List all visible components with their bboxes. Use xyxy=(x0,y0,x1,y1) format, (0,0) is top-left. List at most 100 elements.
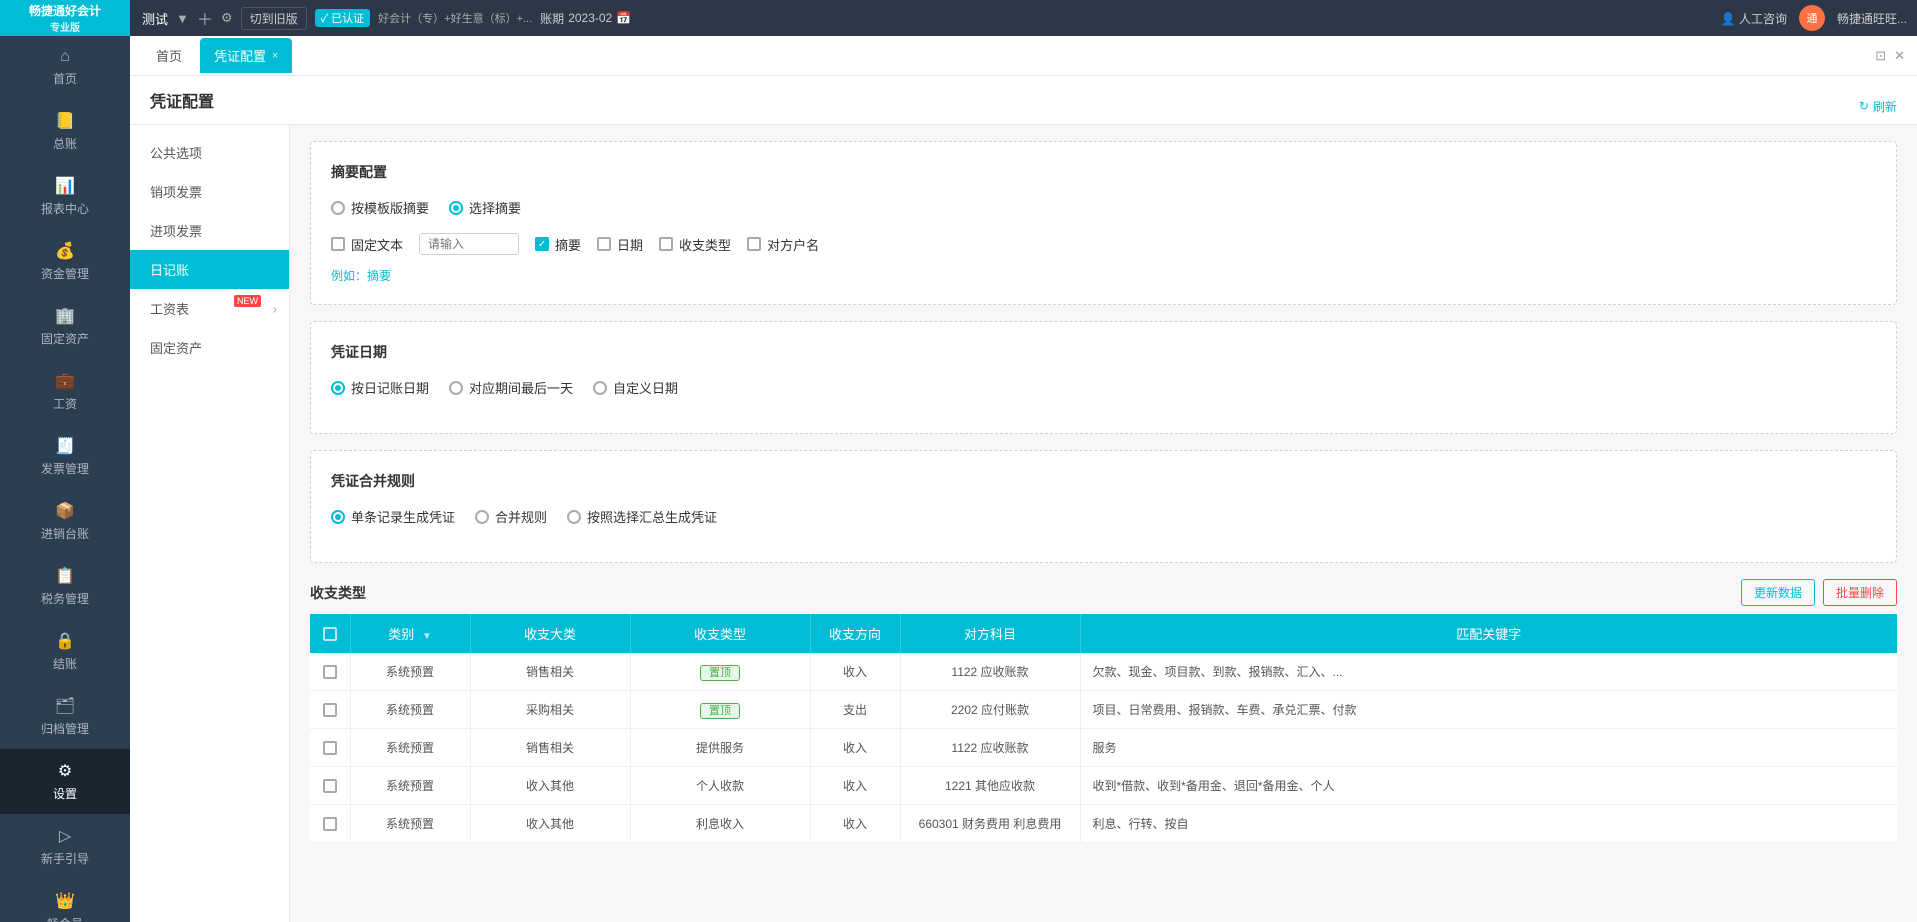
closing-icon: 🔒 xyxy=(55,631,75,651)
logo-title: 畅捷通好会计 xyxy=(29,2,101,19)
checkbox-row: 固定文本 ✓ 摘要 日期 收支类型 xyxy=(331,233,1876,255)
reports-icon: 📊 xyxy=(55,176,75,196)
row-checkbox-1[interactable] xyxy=(323,703,337,717)
sidebar-item-assets[interactable]: 🏢 固定资产 xyxy=(0,294,130,359)
radio-period-last-label: 对应期间最后一天 xyxy=(469,378,573,397)
sidebar-item-ledger[interactable]: 📒 总账 xyxy=(0,99,130,164)
avatar: 通 xyxy=(1799,5,1825,31)
menu-item-public[interactable]: 公共选项 xyxy=(130,133,289,172)
fixed-text-input[interactable] xyxy=(419,233,519,255)
old-version-button[interactable]: 切到旧版 xyxy=(241,7,307,30)
top-navbar: 畅捷通好会计 专业版 测试 ▼ ＋ ⚙ 切到旧版 ✓ 已认证 好会计（专）+好生… xyxy=(0,0,1917,36)
tax-icon: 📋 xyxy=(55,566,75,586)
cell-type: 个人收款 xyxy=(630,767,810,805)
checkbox-counterparty-label: 对方户名 xyxy=(767,235,819,254)
checkbox-counterparty[interactable]: 对方户名 xyxy=(747,235,819,254)
merge-rules-section: 凭证合并规则 单条记录生成凭证 合并规则 按照选择汇总生成凭证 xyxy=(310,450,1897,563)
checkbox-abstract[interactable]: ✓ 摘要 xyxy=(535,235,581,254)
sidebar-item-funds[interactable]: 💰 资金管理 xyxy=(0,229,130,294)
guide-icon: ▷ xyxy=(59,826,71,846)
chevron-icon: › xyxy=(273,301,277,316)
left-menu: 公共选项 销项发票 进项发票 日记账 工资表 NEW › 固定资产 xyxy=(130,125,290,922)
select-all-checkbox[interactable] xyxy=(323,627,337,641)
cell-major: 收入其他 xyxy=(470,805,630,843)
sidebar-label-salary: 工资 xyxy=(53,395,77,412)
sidebar-item-home[interactable]: ⌂ 首页 xyxy=(0,36,130,99)
radio-single[interactable]: 单条记录生成凭证 xyxy=(331,507,455,526)
tab-voucher-config[interactable]: 凭证配置 × xyxy=(200,38,292,73)
sidebar-item-reports[interactable]: 📊 报表中心 xyxy=(0,164,130,229)
checkbox-fixed-text-box xyxy=(331,237,345,251)
refresh-button[interactable]: ↻ 刷新 xyxy=(1859,98,1897,115)
radio-period-last[interactable]: 对应期间最后一天 xyxy=(449,378,573,397)
checkbox-date-box xyxy=(597,237,611,251)
radio-journal-date[interactable]: 按日记账日期 xyxy=(331,378,429,397)
radio-single-label: 单条记录生成凭证 xyxy=(351,507,455,526)
radio-merge[interactable]: 合并规则 xyxy=(475,507,547,526)
sidebar-item-purchase[interactable]: 📦 进销台账 xyxy=(0,489,130,554)
test-dropdown-icon[interactable]: ▼ xyxy=(176,11,189,26)
settings-sidebar-icon: ⚙ xyxy=(58,761,72,781)
sidebar-item-guide[interactable]: ▷ 新手引导 xyxy=(0,814,130,879)
sidebar-item-closing[interactable]: 🔒 结账 xyxy=(0,619,130,684)
tab-home[interactable]: 首页 xyxy=(142,38,196,73)
row-checkbox-3[interactable] xyxy=(323,779,337,793)
sidebar-item-invoice[interactable]: 🧾 发票管理 xyxy=(0,424,130,489)
sidebar-item-settings[interactable]: ⚙ 设置 xyxy=(0,749,130,814)
logo-area: 畅捷通好会计 专业版 xyxy=(0,0,130,36)
sidebar-label-purchase: 进销台账 xyxy=(41,525,89,542)
update-data-button[interactable]: 更新数据 xyxy=(1741,579,1815,606)
close-window-icon[interactable]: ✕ xyxy=(1894,48,1905,64)
type-tag: 置顶 xyxy=(700,665,740,681)
checkbox-date[interactable]: 日期 xyxy=(597,235,643,254)
checkbox-type[interactable]: 收支类型 xyxy=(659,235,731,254)
merge-rules-radio-group: 单条记录生成凭证 合并规则 按照选择汇总生成凭证 xyxy=(331,507,1876,526)
add-icon[interactable]: ＋ xyxy=(197,6,213,30)
tab-close-icon[interactable]: × xyxy=(272,50,278,62)
certified-status-tag: ✓ 已认证 xyxy=(315,9,371,27)
restore-window-icon[interactable]: ⊡ xyxy=(1875,48,1886,64)
checkbox-fixed-text[interactable]: 固定文本 xyxy=(331,235,403,254)
cell-subject: 1122 应收账款 xyxy=(900,729,1080,767)
checkbox-counterparty-box xyxy=(747,237,761,251)
sidebar-label-home: 首页 xyxy=(53,70,77,87)
radio-custom-date[interactable]: 自定义日期 xyxy=(593,378,678,397)
radio-select[interactable]: 选择摘要 xyxy=(449,198,521,217)
sidebar-item-tax[interactable]: 📋 税务管理 xyxy=(0,554,130,619)
member-icon: 👑 xyxy=(55,891,75,911)
checkbox-type-label: 收支类型 xyxy=(679,235,731,254)
invoice-icon: 🧾 xyxy=(55,436,75,456)
new-badge: NEW xyxy=(234,295,261,307)
th-category[interactable]: 类别 ▼ xyxy=(350,614,470,653)
row-checkbox-4[interactable] xyxy=(323,817,337,831)
sidebar-label-invoice: 发票管理 xyxy=(41,460,89,477)
menu-item-purchase-invoice[interactable]: 进项发票 xyxy=(130,211,289,250)
sidebar-item-archive[interactable]: 🗂 归档管理 xyxy=(0,684,130,749)
radio-template[interactable]: 按模板版摘要 xyxy=(331,198,429,217)
purchase-icon: 📦 xyxy=(55,501,75,521)
sidebar-item-salary[interactable]: 💼 工资 xyxy=(0,359,130,424)
radio-summary[interactable]: 按照选择汇总生成凭证 xyxy=(567,507,717,526)
row-checkbox-2[interactable] xyxy=(323,741,337,755)
menu-item-journal[interactable]: 日记账 xyxy=(130,250,289,289)
content-area: 首页 凭证配置 × ⊡ ✕ 凭证配置 ↻ 刷新 公共选项 xyxy=(130,36,1917,922)
menu-item-fixed-assets[interactable]: 固定资产 xyxy=(130,328,289,367)
cell-major: 销售相关 xyxy=(470,729,630,767)
income-expense-section: 收支类型 更新数据 批量删除 xyxy=(310,579,1897,843)
top-right: 👤 人工咨询 通 畅捷通旺旺... xyxy=(1721,5,1907,31)
nav-content: 测试 ▼ ＋ ⚙ 切到旧版 ✓ 已认证 好会计（专）+好生意（标）+... 账期… xyxy=(130,6,1721,30)
batch-delete-button[interactable]: 批量删除 xyxy=(1823,579,1897,606)
menu-item-sales-invoice[interactable]: 销项发票 xyxy=(130,172,289,211)
table-row: 系统预置销售相关置顶收入1122 应收账款欠款、现金、项目款、到款、报销款、汇入… xyxy=(310,653,1897,691)
radio-summary-circle xyxy=(567,510,581,524)
row-checkbox-0[interactable] xyxy=(323,665,337,679)
tab-bar: 首页 凭证配置 × ⊡ ✕ xyxy=(130,36,1917,76)
cell-direction: 支出 xyxy=(810,691,900,729)
service-button[interactable]: 👤 人工咨询 xyxy=(1721,10,1787,27)
tab-home-label: 首页 xyxy=(156,46,182,65)
settings-icon[interactable]: ⚙ xyxy=(221,10,233,26)
cell-keyword: 项目、日常费用、报销款、车费、承兑汇票、付款 xyxy=(1080,691,1897,729)
menu-item-payroll[interactable]: 工资表 NEW › xyxy=(130,289,289,328)
test-label: 测试 xyxy=(142,9,168,28)
sidebar-item-member[interactable]: 👑 畅会员 xyxy=(0,879,130,922)
